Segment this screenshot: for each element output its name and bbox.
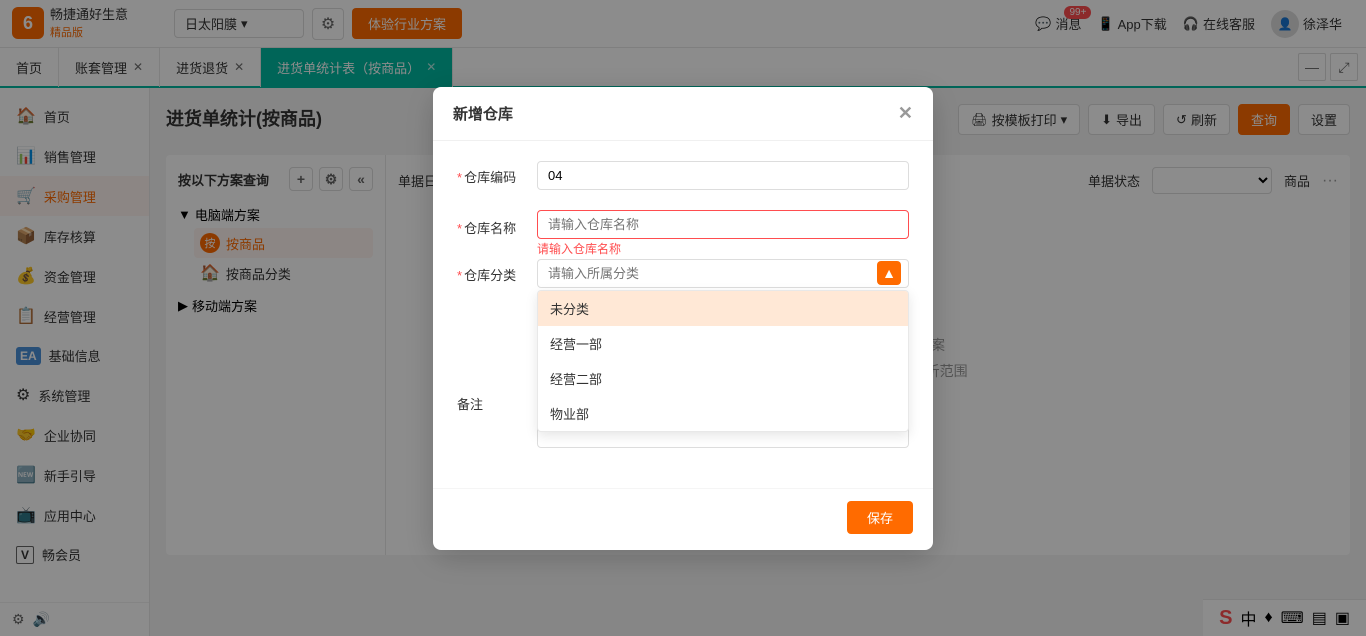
notes-label: 备注 bbox=[457, 388, 537, 413]
modal-title: 新增仓库 bbox=[453, 103, 513, 124]
category-input[interactable] bbox=[537, 259, 909, 288]
save-button[interactable]: 保存 bbox=[847, 501, 913, 534]
dropdown-option-0[interactable]: 未分类 bbox=[538, 291, 908, 326]
modal-overlay[interactable]: 新增仓库 ✕ 仓库编码 仓库名称 请输入仓库名称 仓库分类 bbox=[0, 0, 1366, 636]
category-label: 仓库分类 bbox=[457, 259, 537, 284]
name-label: 仓库名称 bbox=[457, 212, 537, 237]
form-row-name: 仓库名称 请输入仓库名称 bbox=[457, 210, 909, 239]
form-row-code: 仓库编码 bbox=[457, 161, 909, 190]
modal-footer: 保存 bbox=[433, 488, 933, 550]
form-row-category: 仓库分类 ▲ 未分类 经营一部 经营二部 物业部 bbox=[457, 259, 909, 288]
name-error-msg: 请输入仓库名称 bbox=[537, 240, 621, 257]
dropdown-option-1[interactable]: 经营一部 bbox=[538, 326, 908, 361]
dropdown-option-3[interactable]: 物业部 bbox=[538, 396, 908, 431]
category-dropdown-wrapper: ▲ 未分类 经营一部 经营二部 物业部 bbox=[537, 259, 909, 288]
category-dropdown-list: 未分类 经营一部 经营二部 物业部 bbox=[537, 290, 909, 432]
code-input[interactable] bbox=[537, 161, 909, 190]
category-dropdown-toggle[interactable]: ▲ bbox=[877, 261, 901, 285]
modal-new-warehouse: 新增仓库 ✕ 仓库编码 仓库名称 请输入仓库名称 仓库分类 bbox=[433, 87, 933, 550]
modal-body: 仓库编码 仓库名称 请输入仓库名称 仓库分类 ▲ 未分类 bbox=[433, 141, 933, 488]
dropdown-option-2[interactable]: 经营二部 bbox=[538, 361, 908, 396]
modal-close-btn[interactable]: ✕ bbox=[898, 104, 913, 122]
name-input[interactable] bbox=[537, 210, 909, 239]
code-label: 仓库编码 bbox=[457, 161, 537, 186]
modal-header: 新增仓库 ✕ bbox=[433, 87, 933, 141]
